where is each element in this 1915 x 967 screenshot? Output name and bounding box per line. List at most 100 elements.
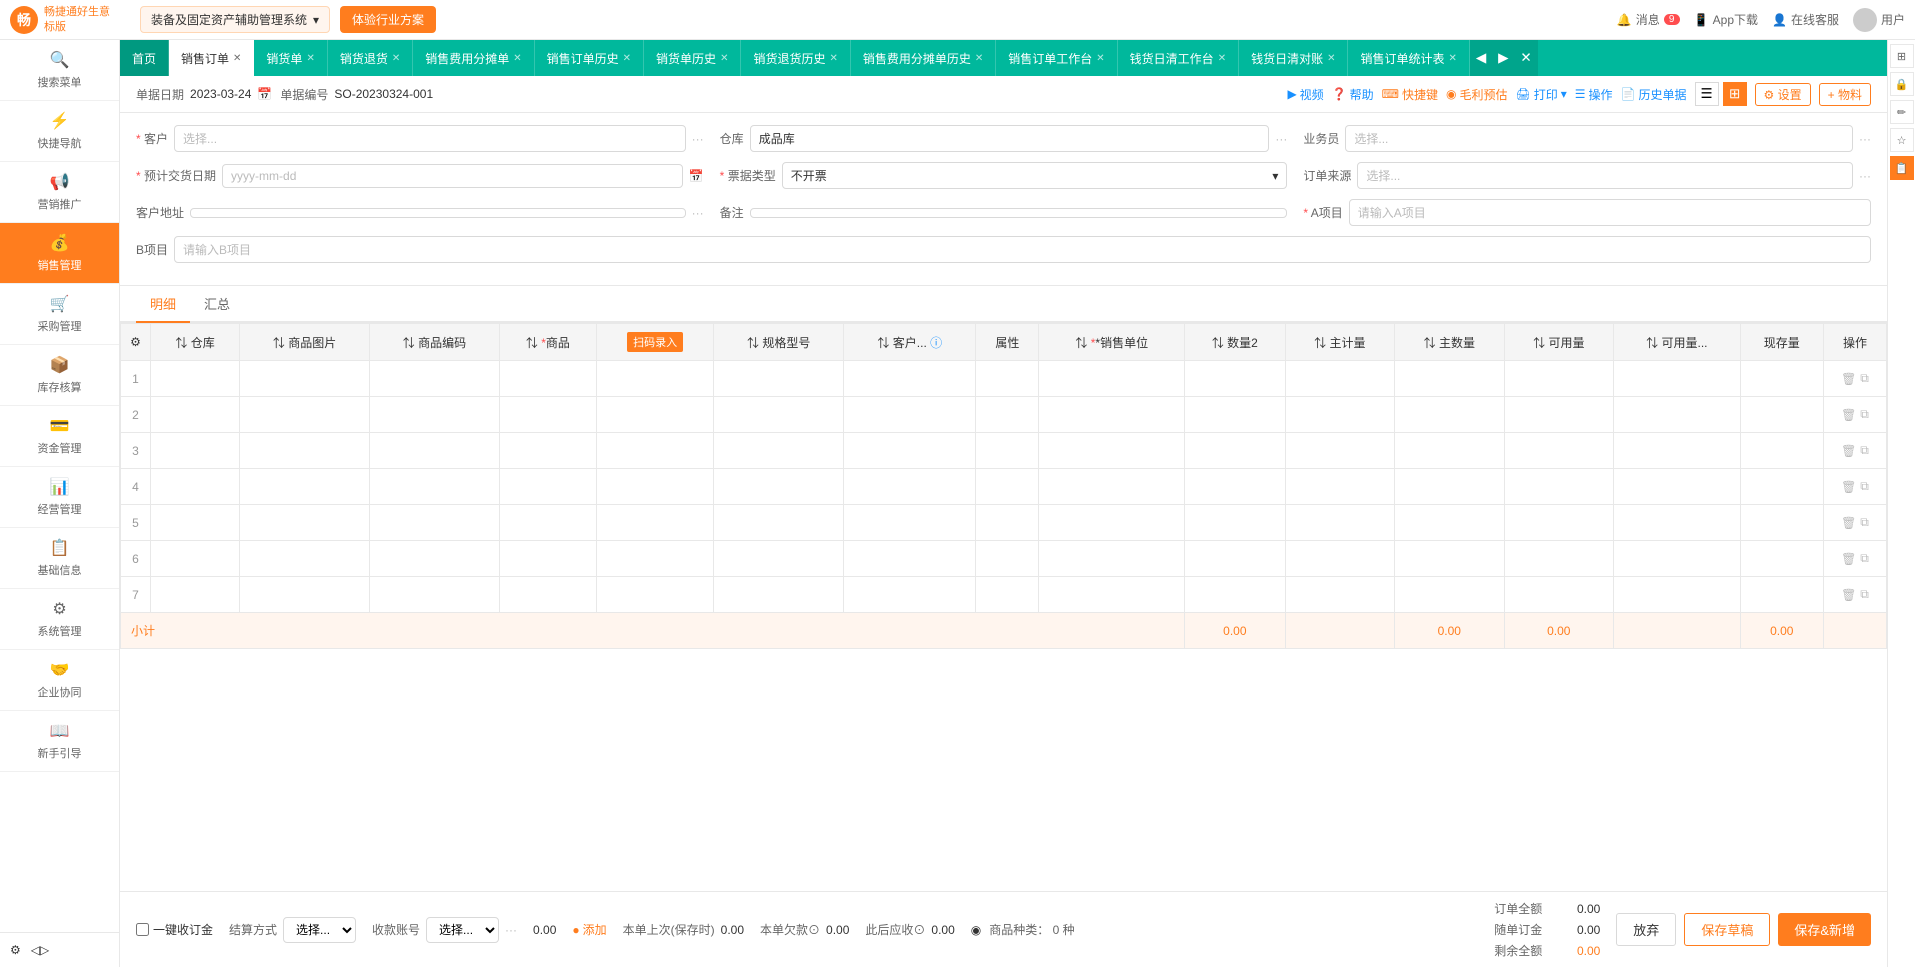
copy-icon[interactable]: ⧉ — [1860, 371, 1869, 386]
cell-main-unit[interactable] — [1285, 541, 1395, 577]
customer-dots[interactable]: ··· — [692, 132, 704, 146]
cell-main-unit[interactable] — [1285, 397, 1395, 433]
one-click-check[interactable] — [136, 923, 149, 936]
cell-main-unit[interactable] — [1285, 433, 1395, 469]
address-dots[interactable]: ··· — [692, 206, 704, 220]
cell-main-unit[interactable] — [1285, 469, 1395, 505]
tab-close-sales-invoice[interactable]: ✕ — [306, 53, 314, 64]
tab-close-invoice-history[interactable]: ✕ — [720, 53, 728, 64]
cell-product-name[interactable] — [499, 433, 596, 469]
cell-product-code[interactable] — [369, 469, 499, 505]
sidebar-item-system[interactable]: ⚙ 系统管理 — [0, 589, 119, 650]
cell-stock[interactable] — [1740, 577, 1823, 613]
cell-attribute[interactable] — [976, 361, 1039, 397]
view-btn[interactable]: ▶ 视频 — [1287, 86, 1323, 103]
cell-product-name[interactable] — [499, 541, 596, 577]
system-title[interactable]: 装备及固定资产辅助管理系统 ▾ — [140, 6, 330, 33]
cell-warehouse[interactable] — [151, 433, 240, 469]
cell-sales-unit[interactable] — [1039, 577, 1185, 613]
receipt-dots[interactable]: ··· — [505, 923, 517, 937]
cell-customer-code[interactable] — [844, 541, 976, 577]
cell-available2[interactable] — [1614, 433, 1741, 469]
cell-main-qty[interactable] — [1395, 433, 1505, 469]
cell-product-code[interactable] — [369, 577, 499, 613]
cell-product-name[interactable] — [499, 505, 596, 541]
cell-stock[interactable] — [1740, 469, 1823, 505]
copy-icon[interactable]: ⧉ — [1860, 515, 1869, 530]
cell-customer-code[interactable] — [844, 577, 976, 613]
cell-product-name[interactable] — [499, 361, 596, 397]
tab-close-daily-reconcile[interactable]: ✕ — [1327, 53, 1335, 64]
salesperson-input[interactable]: 选择... — [1345, 125, 1853, 152]
rp-icon-2[interactable]: 🔒 — [1890, 72, 1914, 96]
cell-scan[interactable] — [596, 433, 713, 469]
cell-qty2[interactable] — [1185, 397, 1285, 433]
cell-qty2[interactable] — [1185, 361, 1285, 397]
payment-method-select[interactable]: 选择... — [283, 917, 356, 943]
tab-close-expense-split[interactable]: ✕ — [513, 53, 521, 64]
cell-qty2[interactable] — [1185, 433, 1285, 469]
online-service-btn[interactable]: 👤 在线客服 — [1772, 11, 1839, 28]
cell-attribute[interactable] — [976, 505, 1039, 541]
cell-product-name[interactable] — [499, 577, 596, 613]
operation-btn[interactable]: ☰ 操作 — [1575, 86, 1613, 103]
cell-main-qty[interactable] — [1395, 577, 1505, 613]
rp-icon-3[interactable]: ✏ — [1890, 100, 1914, 124]
cell-warehouse[interactable] — [151, 577, 240, 613]
settings-btn[interactable]: ⚙ 设置 — [1755, 83, 1811, 106]
tab-order-history[interactable]: 销售订单历史 ✕ — [535, 40, 644, 76]
cell-stock[interactable] — [1740, 361, 1823, 397]
print-dropdown-icon[interactable]: ▾ — [1561, 87, 1567, 101]
cell-attribute[interactable] — [976, 541, 1039, 577]
sidebar-item-finance[interactable]: 💳 资金管理 — [0, 406, 119, 467]
b-project-input[interactable]: 请输入B项目 — [174, 236, 1871, 263]
cell-main-unit[interactable] — [1285, 505, 1395, 541]
app-download-btn[interactable]: 📱 App下载 — [1694, 11, 1758, 28]
cell-warehouse[interactable] — [151, 505, 240, 541]
cell-sales-unit[interactable] — [1039, 541, 1185, 577]
cell-spec[interactable] — [714, 397, 844, 433]
cell-customer-code[interactable] — [844, 397, 976, 433]
warehouse-dots[interactable]: ··· — [1275, 132, 1287, 146]
cell-warehouse[interactable] — [151, 541, 240, 577]
tab-close-sales-order[interactable]: ✕ — [233, 53, 241, 64]
add-receipt-btn[interactable]: ● 添加 — [572, 921, 606, 938]
order-source-dots[interactable]: ··· — [1859, 169, 1871, 183]
collapse-icon[interactable]: ◁▷ — [31, 943, 49, 957]
cell-available2[interactable] — [1614, 469, 1741, 505]
delete-icon[interactable]: 🗑 — [1841, 516, 1856, 530]
receipt-account-select[interactable]: 选择... — [426, 917, 499, 943]
cell-product-img[interactable] — [240, 505, 370, 541]
th-settings[interactable]: ⚙ — [121, 324, 151, 361]
sidebar-item-guide[interactable]: 📖 新手引导 — [0, 711, 119, 772]
table-settings-icon[interactable]: ⚙ — [130, 335, 141, 349]
cell-sales-unit[interactable] — [1039, 361, 1185, 397]
cell-stock[interactable] — [1740, 541, 1823, 577]
tab-order-workbench[interactable]: 销售订单工作台 ✕ — [996, 40, 1117, 76]
tab-invoice-history[interactable]: 销货单历史 ✕ — [644, 40, 741, 76]
sidebar-item-sales[interactable]: 💰 销售管理 — [0, 223, 119, 284]
cell-scan[interactable] — [596, 505, 713, 541]
cell-available2[interactable] — [1614, 397, 1741, 433]
delivery-cal-icon[interactable]: 📅 — [689, 169, 704, 183]
cell-product-name[interactable] — [499, 397, 596, 433]
cell-customer-code[interactable] — [844, 469, 976, 505]
notes-input[interactable] — [750, 208, 1288, 218]
cell-qty2[interactable] — [1185, 541, 1285, 577]
copy-icon[interactable]: ⧉ — [1860, 443, 1869, 458]
copy-icon[interactable]: ⧉ — [1860, 407, 1869, 422]
cell-product-code[interactable] — [369, 505, 499, 541]
rp-icon-5[interactable]: 📋 — [1890, 156, 1914, 180]
cell-product-img[interactable] — [240, 469, 370, 505]
cell-attribute[interactable] — [976, 433, 1039, 469]
sidebar-item-collaboration[interactable]: 🤝 企业协同 — [0, 650, 119, 711]
cell-available[interactable] — [1504, 397, 1614, 433]
cell-stock[interactable] — [1740, 433, 1823, 469]
cell-stock[interactable] — [1740, 397, 1823, 433]
tab-close-order-history[interactable]: ✕ — [623, 53, 631, 64]
warehouse-input[interactable]: 成品库 — [750, 125, 1270, 152]
cell-scan[interactable] — [596, 397, 713, 433]
cell-product-img[interactable] — [240, 361, 370, 397]
cell-customer-code[interactable] — [844, 505, 976, 541]
cell-main-unit[interactable] — [1285, 577, 1395, 613]
